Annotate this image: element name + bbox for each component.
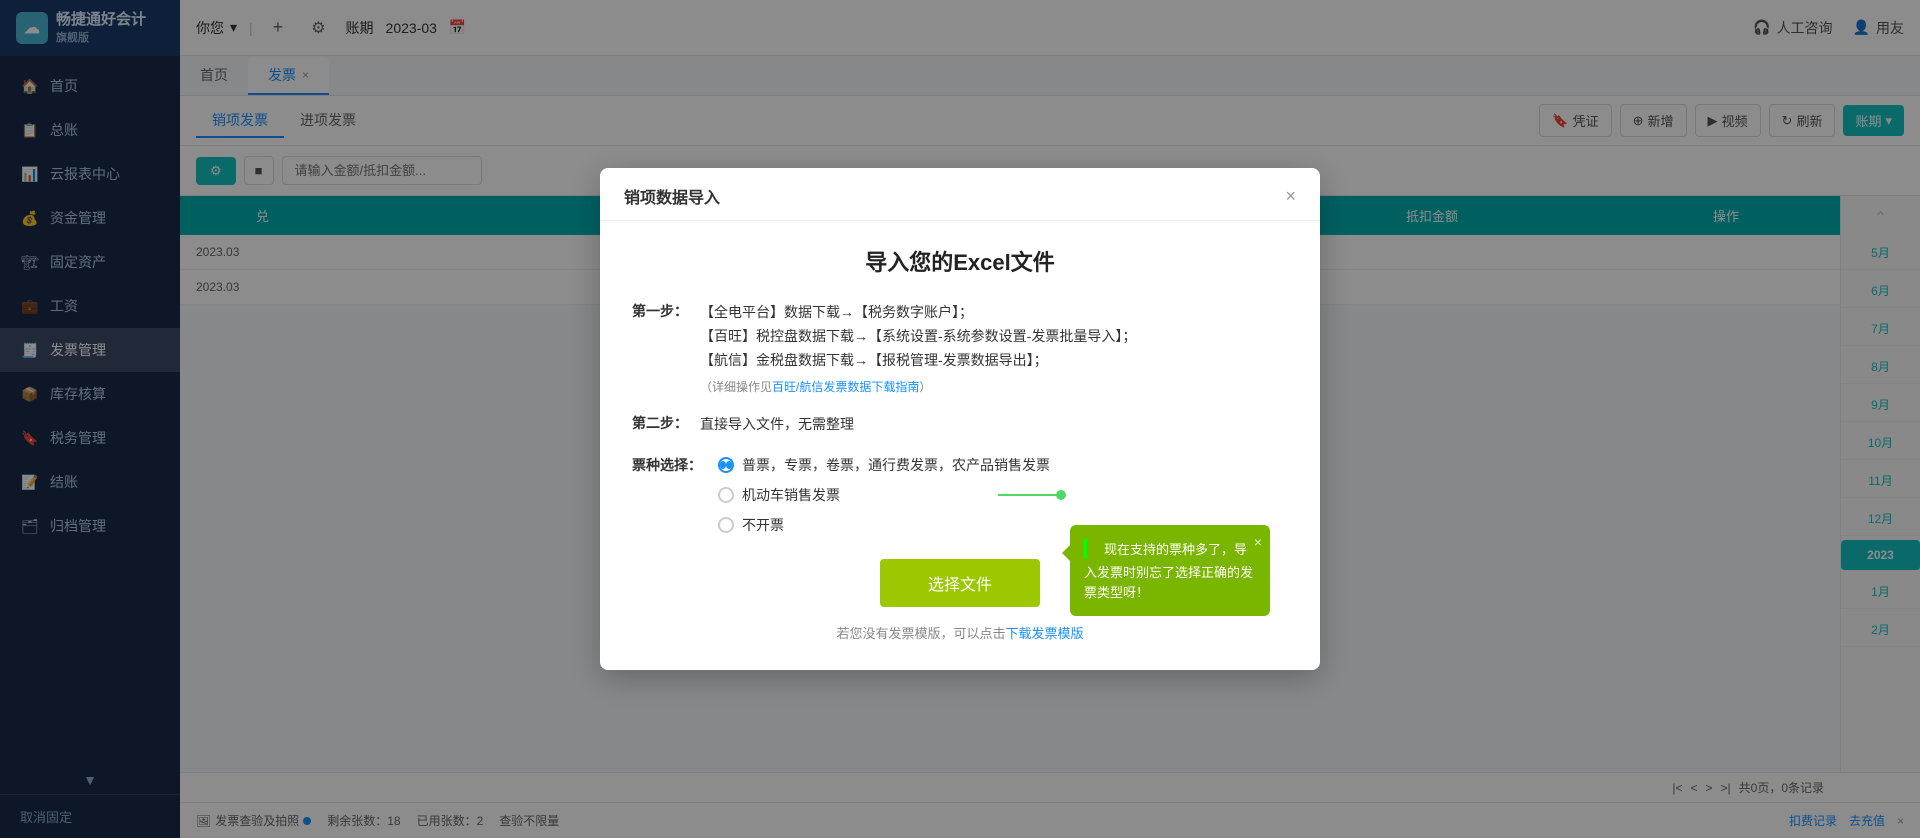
guide-link[interactable]: 百旺/航信发票数据下载指南	[772, 380, 919, 394]
tooltip-close-button[interactable]: ×	[1254, 531, 1262, 553]
radio-label: 票种选择：	[632, 455, 702, 475]
step-1-line-3: 【航信】金税盘数据下载→【报税管理-发票数据导出】；	[700, 349, 1136, 373]
step-1-content: 【全电平台】数据下载→【税务数字账户】； 【百旺】税控盘数据下载→【系统设置-系…	[700, 301, 1136, 372]
connector-dot	[1056, 490, 1066, 500]
connector-line	[998, 494, 1058, 496]
step-2-label: 第二步：	[632, 413, 692, 433]
radio-row: 票种选择： 普票，专票，卷票，通行费发票，农产品销售发票 机动车销售发票	[632, 455, 1288, 535]
modal-close-button[interactable]: ×	[1285, 187, 1296, 205]
radio-label-1: 普票，专票，卷票，通行费发票，农产品销售发票	[742, 455, 1050, 475]
step-1-line-2: 【百旺】税控盘数据下载→【系统设置-系统参数设置-发票批量导入】；	[700, 325, 1136, 349]
download-template-link[interactable]: 下载发票模版	[1006, 626, 1084, 641]
radio-option-2[interactable]: 机动车销售发票 × ▎ 现在支持的票种多了，导入发票时别忘了选择正确的发票类型呀…	[718, 485, 1050, 505]
radio-circle-2	[718, 487, 734, 503]
step-2: 第二步： 直接导入文件，无需整理	[632, 413, 1288, 437]
footer-prefix: 若您没有发票模版，可以点击	[836, 626, 1005, 641]
tooltip-connector	[998, 490, 1066, 500]
radio-label-3: 不开票	[742, 515, 784, 535]
select-file-button[interactable]: 选择文件	[880, 559, 1040, 607]
modal-footer-note: 若您没有发票模版，可以点击下载发票模版	[632, 623, 1288, 642]
radio-option-3[interactable]: 不开票	[718, 515, 1050, 535]
step-1-line-1: 【全电平台】数据下载→【税务数字账户】；	[700, 301, 1136, 325]
modal-header: 销项数据导入 ×	[600, 168, 1320, 221]
modal-title: 销项数据导入	[624, 184, 720, 208]
step-1-note: （详细操作见百旺/航信发票数据下载指南）	[632, 378, 1288, 395]
radio-option-1[interactable]: 普票，专票，卷票，通行费发票，农产品销售发票	[718, 455, 1050, 475]
tooltip-icon: ▎	[1084, 541, 1096, 558]
radio-circle-3	[718, 517, 734, 533]
tooltip-text: 现在支持的票种多了，导入发票时别忘了选择正确的发票类型呀！	[1084, 542, 1253, 600]
radio-section: 票种选择： 普票，专票，卷票，通行费发票，农产品销售发票 机动车销售发票	[632, 455, 1288, 535]
tooltip-bubble: × ▎ 现在支持的票种多了，导入发票时别忘了选择正确的发票类型呀！	[1070, 525, 1270, 616]
step-1: 第一步： 【全电平台】数据下载→【税务数字账户】； 【百旺】税控盘数据下载→【系…	[632, 301, 1288, 395]
step-1-label: 第一步：	[632, 301, 692, 321]
radio-label-2: 机动车销售发票	[742, 485, 840, 505]
step-1-note-suffix: ）	[919, 380, 931, 394]
modal-overlay: 销项数据导入 × 导入您的Excel文件 第一步： 【全电平台】数据下载→【税务…	[0, 0, 1920, 838]
radio-circle-1	[718, 457, 734, 473]
step-1-note-prefix: （详细操作见	[700, 380, 772, 394]
import-title: 导入您的Excel文件	[632, 245, 1288, 277]
modal-body: 导入您的Excel文件 第一步： 【全电平台】数据下载→【税务数字账户】； 【百…	[600, 221, 1320, 670]
step-1-header: 第一步： 【全电平台】数据下载→【税务数字账户】； 【百旺】税控盘数据下载→【系…	[632, 301, 1288, 372]
step-2-row: 第二步： 直接导入文件，无需整理	[632, 413, 1288, 437]
radio-options: 普票，专票，卷票，通行费发票，农产品销售发票 机动车销售发票	[718, 455, 1050, 535]
import-modal: 销项数据导入 × 导入您的Excel文件 第一步： 【全电平台】数据下载→【税务…	[600, 168, 1320, 670]
step-2-content: 直接导入文件，无需整理	[700, 413, 854, 437]
